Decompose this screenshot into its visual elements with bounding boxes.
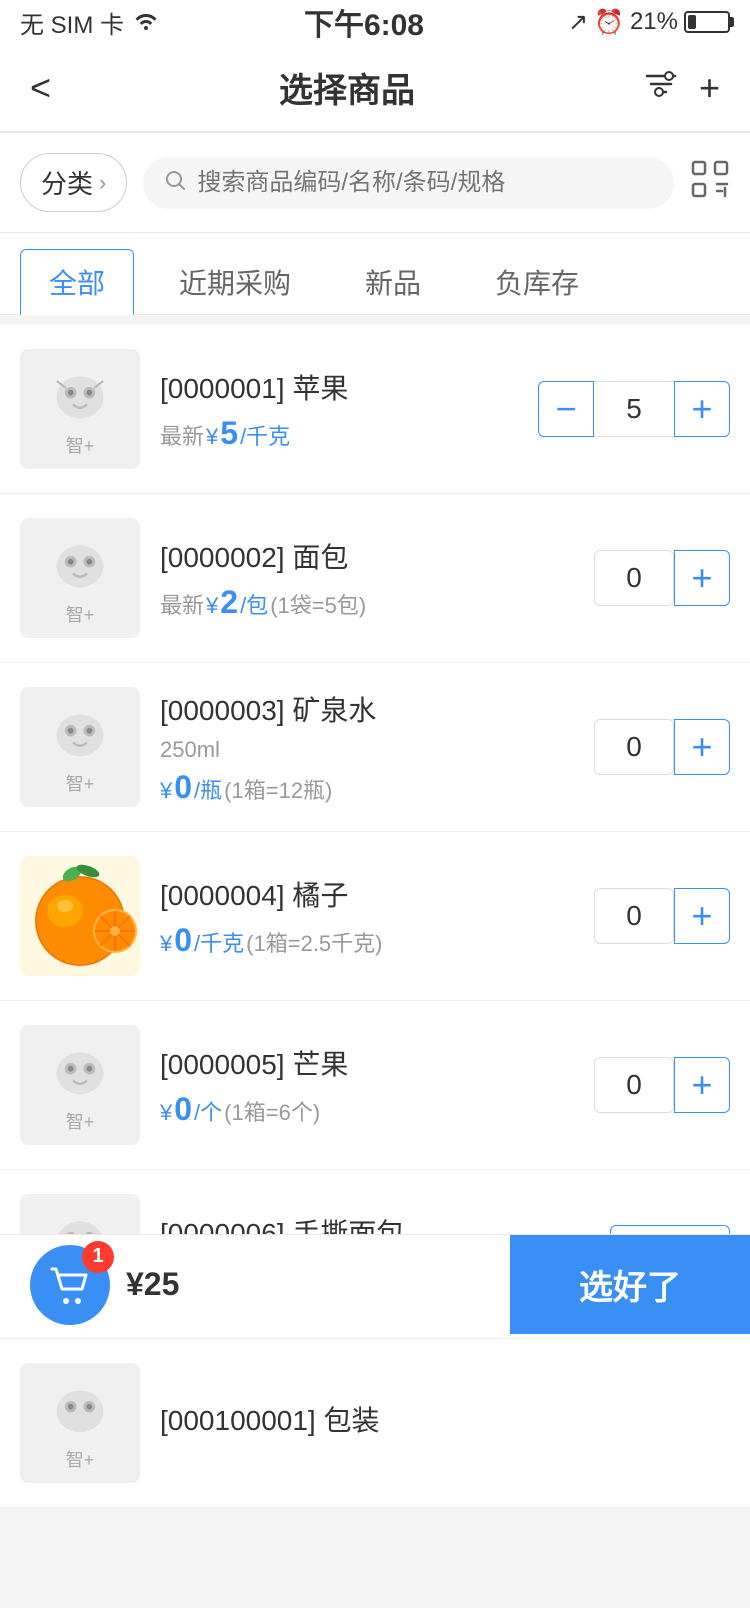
add-button[interactable]: + xyxy=(699,67,720,109)
carrier-text: 无 SIM 卡 xyxy=(20,5,124,40)
wifi-icon xyxy=(132,8,160,37)
tab-all[interactable]: 全部 xyxy=(20,249,134,315)
product-info: [0000002] 面包 最新 ¥ 2 /包 (1袋=5包) xyxy=(160,536,574,621)
product-info: [0000003] 矿泉水 250ml ¥ 0 /瓶 (1箱=12瓶) xyxy=(160,689,574,806)
decrease-button[interactable]: − xyxy=(538,381,594,437)
currency-symbol: ¥ xyxy=(206,593,218,619)
price-value: 0 xyxy=(174,922,192,959)
quantity-control: + xyxy=(594,550,730,606)
quantity-control: − + xyxy=(538,381,730,437)
page-title: 选择商品 xyxy=(279,63,415,112)
price-hint: (1袋=5包) xyxy=(270,588,366,620)
status-right: ↗ ⏰ 21% xyxy=(568,8,730,37)
price-unit: /瓶 xyxy=(194,773,222,805)
price-unit: /个 xyxy=(194,1095,222,1127)
price-value: 0 xyxy=(174,769,192,806)
price-hint: (1箱=2.5千克) xyxy=(246,926,382,958)
increase-button[interactable]: + xyxy=(674,1057,730,1113)
list-item: 智+ [000100001] 包装 xyxy=(0,1339,750,1508)
product-image: 智+ xyxy=(20,349,140,469)
bottom-bar: 1 ¥25 选好了 xyxy=(0,1234,750,1334)
price-hint: (1箱=6个) xyxy=(224,1095,320,1127)
filter-icon[interactable] xyxy=(643,68,679,108)
product-name: [0000005] 芒果 xyxy=(160,1043,574,1083)
quantity-control: + xyxy=(594,1057,730,1113)
battery-icon xyxy=(684,11,730,33)
currency-symbol: ¥ xyxy=(160,1100,172,1126)
price-unit: /千克 xyxy=(194,926,244,958)
back-button[interactable]: < xyxy=(30,67,51,109)
price-unit: /包 xyxy=(240,588,268,620)
product-name: [0000004] 橘子 xyxy=(160,874,574,914)
status-time: 下午6:08 xyxy=(304,0,424,44)
location-icon: ↗ xyxy=(568,8,588,37)
quantity-input[interactable] xyxy=(594,888,674,944)
cart-total: ¥25 xyxy=(126,1266,179,1303)
quantity-control: + xyxy=(594,719,730,775)
product-name: [0000002] 面包 xyxy=(160,536,574,576)
alarm-icon: ⏰ xyxy=(594,8,624,37)
chevron-right-icon: › xyxy=(99,170,106,196)
status-bar: 无 SIM 卡 下午6:08 ↗ ⏰ 21% xyxy=(0,0,750,44)
currency-symbol: ¥ xyxy=(160,778,172,804)
category-label: 分类 xyxy=(41,164,93,201)
currency-symbol: ¥ xyxy=(160,931,172,957)
product-image: 智+ xyxy=(20,687,140,807)
status-left: 无 SIM 卡 xyxy=(20,5,160,40)
quantity-input[interactable] xyxy=(594,1057,674,1113)
product-info: [0000001] 苹果 最新 ¥ 5 /千克 xyxy=(160,367,518,452)
increase-button[interactable]: + xyxy=(674,550,730,606)
price-value: 2 xyxy=(220,584,238,621)
product-name: [0000001] 苹果 xyxy=(160,367,518,407)
product-image xyxy=(20,856,140,976)
tab-bar: 全部 近期采购 新品 负库存 xyxy=(0,233,750,315)
product-image: 智+ xyxy=(20,1025,140,1145)
search-box xyxy=(143,157,674,209)
list-item: 智+ [0000001] 苹果 最新 ¥ 5 /千克 − + xyxy=(0,325,750,494)
product-info: [0000005] 芒果 ¥ 0 /个 (1箱=6个) xyxy=(160,1043,574,1128)
currency-symbol: ¥ xyxy=(206,424,218,450)
price-value: 0 xyxy=(174,1091,192,1128)
scan-icon[interactable] xyxy=(690,159,730,206)
quantity-control: + xyxy=(594,888,730,944)
tab-recent[interactable]: 近期采购 xyxy=(150,249,320,315)
product-info: [0000004] 橘子 ¥ 0 /千克 (1箱=2.5千克) xyxy=(160,874,574,959)
product-image: 智+ xyxy=(20,1363,140,1483)
price-hint: (1箱=12瓶) xyxy=(224,773,332,805)
filter-bar: 分类 › xyxy=(0,133,750,232)
increase-button[interactable]: + xyxy=(674,888,730,944)
search-input[interactable] xyxy=(197,169,654,197)
increase-button[interactable]: + xyxy=(674,381,730,437)
quantity-input[interactable] xyxy=(594,381,674,437)
nav-left: < xyxy=(30,67,51,109)
product-image: 智+ xyxy=(20,518,140,638)
cart-section: 1 ¥25 xyxy=(0,1245,510,1325)
quantity-input[interactable] xyxy=(594,550,674,606)
increase-button[interactable]: + xyxy=(674,719,730,775)
list-item: [0000004] 橘子 ¥ 0 /千克 (1箱=2.5千克) + xyxy=(0,832,750,1001)
product-info: [000100001] 包装 xyxy=(160,1399,730,1447)
product-name: [0000003] 矿泉水 xyxy=(160,689,574,729)
nav-right: + xyxy=(643,67,720,109)
battery-percent: 21% xyxy=(630,8,678,36)
price-label: 最新 xyxy=(160,419,204,451)
price-label: 最新 xyxy=(160,588,204,620)
quantity-input[interactable] xyxy=(594,719,674,775)
product-name: [000100001] 包装 xyxy=(160,1399,730,1439)
cart-icon-wrap[interactable]: 1 xyxy=(30,1245,110,1325)
list-item: 智+ [0000003] 矿泉水 250ml ¥ 0 /瓶 (1箱=12瓶) + xyxy=(0,663,750,832)
list-item: 智+ [0000002] 面包 最新 ¥ 2 /包 (1袋=5包) + xyxy=(0,494,750,663)
search-icon xyxy=(163,167,187,199)
product-spec: 250ml xyxy=(160,737,574,763)
price-unit: /千克 xyxy=(240,419,290,451)
price-value: 5 xyxy=(220,415,238,452)
cart-badge: 1 xyxy=(82,1241,114,1273)
nav-bar: < 选择商品 + xyxy=(0,44,750,132)
tab-negative[interactable]: 负库存 xyxy=(466,249,608,315)
list-item: 智+ [0000005] 芒果 ¥ 0 /个 (1箱=6个) + xyxy=(0,1001,750,1170)
tab-new[interactable]: 新品 xyxy=(336,249,450,315)
category-button[interactable]: 分类 › xyxy=(20,153,127,212)
confirm-button[interactable]: 选好了 xyxy=(510,1235,750,1334)
